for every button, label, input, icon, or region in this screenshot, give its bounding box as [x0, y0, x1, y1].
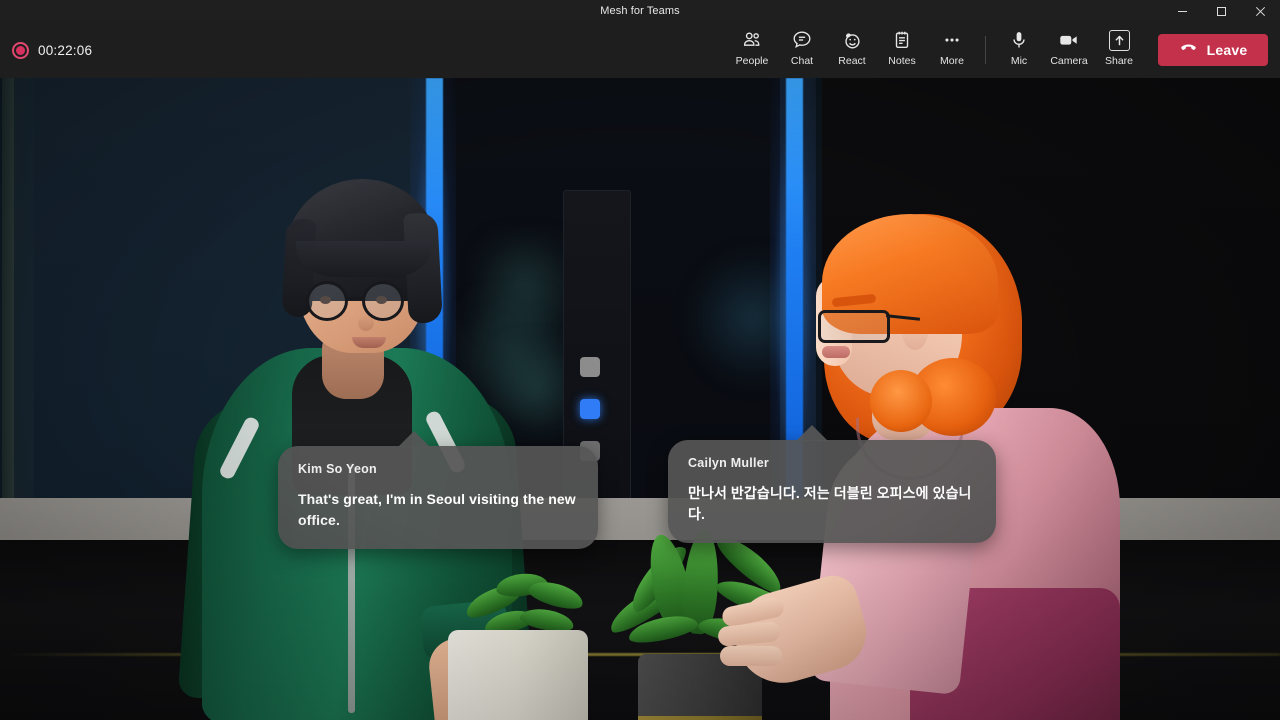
caption-bubble-tail-right — [796, 425, 828, 441]
meeting-toolbar: 00:22:06 People Chat React Notes More Mi… — [0, 22, 1280, 78]
virtual-meeting-scene[interactable]: Kim So Yeon That's great, I'm in Seoul v… — [0, 78, 1280, 720]
window-controls — [1163, 0, 1280, 22]
react-label: React — [838, 55, 866, 67]
meeting-timer: 00:22:06 — [38, 42, 93, 58]
more-ellipsis-icon — [941, 28, 963, 52]
mesh-for-teams-window: Mesh for Teams 00:22:06 People Chat Reac… — [0, 0, 1280, 720]
share-arrow-up-icon — [1108, 28, 1130, 52]
plant-center-pot-band — [638, 716, 762, 720]
caption-bubble-tail-left — [398, 431, 430, 447]
minimize-icon — [1177, 6, 1188, 17]
plant-left-pot-top — [448, 630, 588, 720]
share-button[interactable]: Share — [1094, 22, 1144, 74]
more-label: More — [940, 55, 964, 67]
mic-button[interactable]: Mic — [994, 22, 1044, 74]
kim-glasses-lens-left — [306, 281, 348, 321]
toolbar-actions: People Chat React Notes More Mic Camera … — [727, 22, 1144, 78]
kim-nose — [358, 315, 374, 331]
record-icon — [12, 41, 29, 59]
caption-text-right: 만나서 반갑습니다. 저는 더블린 오피스에 있습니다. — [688, 485, 972, 522]
plant-left — [430, 556, 610, 720]
microphone-icon — [1008, 28, 1030, 52]
people-icon — [741, 28, 763, 52]
caption-text-left: That's great, I'm in Seoul visiting the … — [298, 491, 576, 528]
minimize-button[interactable] — [1163, 0, 1202, 22]
kiosk-button-1[interactable] — [580, 357, 600, 377]
window-title: Mesh for Teams — [600, 5, 680, 17]
caption-bubble-kim-so-yeon[interactable]: Kim So Yeon That's great, I'm in Seoul v… — [278, 431, 598, 549]
chat-icon — [791, 28, 813, 52]
avatar-cailyn-muller[interactable] — [717, 118, 1120, 720]
kim-glasses-bridge — [346, 297, 364, 301]
more-button[interactable]: More — [927, 22, 977, 74]
chat-button[interactable]: Chat — [777, 22, 827, 74]
maximize-button[interactable] — [1202, 0, 1241, 22]
camera-label: Camera — [1050, 55, 1088, 67]
close-icon — [1255, 6, 1266, 17]
cailyn-hair-curl-2 — [870, 370, 932, 432]
cailyn-glasses-frame — [818, 310, 890, 343]
notes-label: Notes — [888, 55, 916, 67]
cailyn-finger-3 — [720, 646, 782, 666]
title-bar: Mesh for Teams — [0, 0, 1280, 22]
close-button[interactable] — [1241, 0, 1280, 22]
caption-bubble-cailyn-muller[interactable]: Cailyn Muller 만나서 반갑습니다. 저는 더블린 오피스에 있습니… — [668, 425, 996, 543]
notes-button[interactable]: Notes — [877, 22, 927, 74]
caption-speaker-name-left: Kim So Yeon — [298, 462, 377, 476]
people-label: People — [735, 55, 769, 67]
notes-icon — [891, 28, 913, 52]
share-label: Share — [1104, 55, 1134, 67]
people-button[interactable]: People — [727, 22, 777, 74]
maximize-icon — [1216, 6, 1227, 17]
leave-label: Leave — [1206, 42, 1248, 58]
recording-indicator: 00:22:06 — [12, 41, 93, 59]
react-button[interactable]: React — [827, 22, 877, 74]
chat-label: Chat — [790, 55, 814, 67]
mic-label: Mic — [1010, 55, 1028, 67]
leave-button[interactable]: Leave — [1158, 34, 1268, 66]
hangup-phone-icon — [1179, 38, 1198, 62]
react-icon — [841, 28, 863, 52]
kiosk-button-2-active[interactable] — [580, 399, 600, 419]
camera-button[interactable]: Camera — [1044, 22, 1094, 74]
camera-icon — [1057, 28, 1081, 52]
toolbar-divider — [985, 36, 986, 64]
kim-hair-bangs — [296, 241, 432, 277]
cailyn-lips — [822, 346, 850, 358]
caption-speaker-name-right: Cailyn Muller — [688, 456, 770, 470]
